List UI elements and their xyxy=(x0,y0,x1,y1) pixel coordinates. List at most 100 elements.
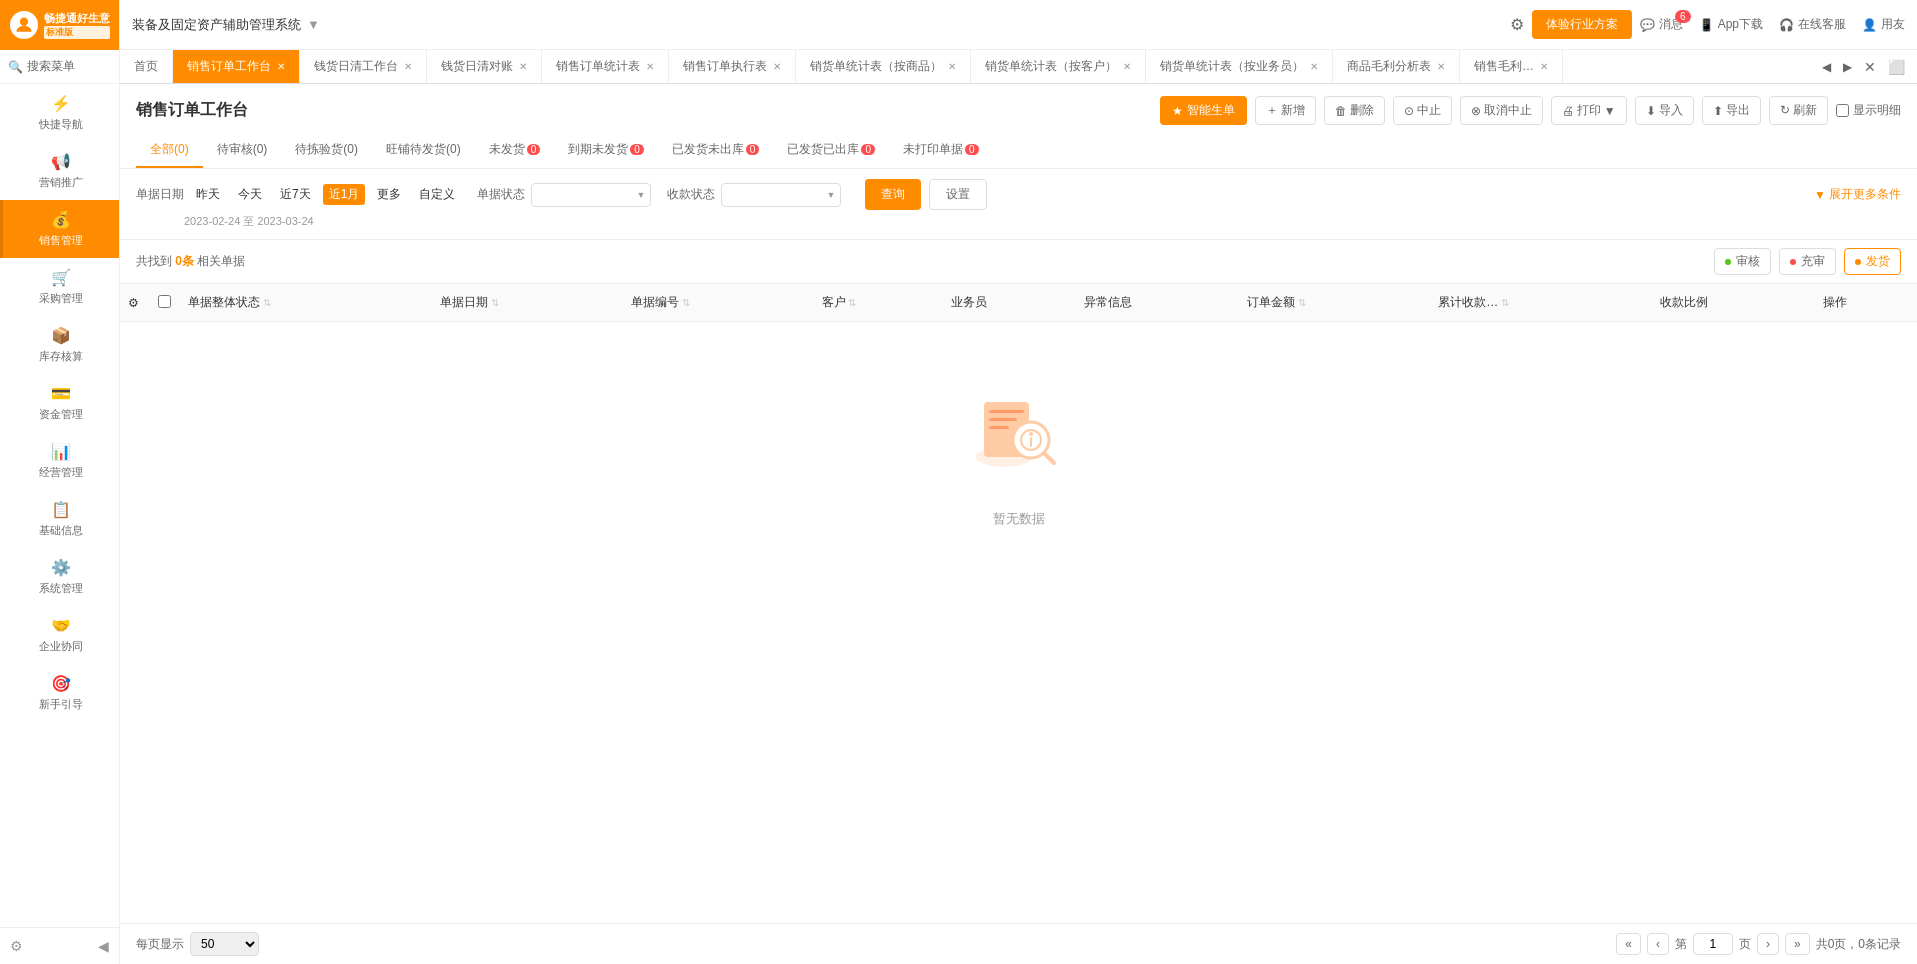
stop-button[interactable]: ⊙ 中止 xyxy=(1393,96,1452,125)
sub-tab-shipped-not-out[interactable]: 已发货未出库0 xyxy=(658,133,774,168)
tab-home[interactable]: 首页 xyxy=(120,50,173,83)
tab-daily-clear[interactable]: 钱货日清工作台 ✕ xyxy=(300,50,427,83)
expand-filter-button[interactable]: ▼ 展开更多条件 xyxy=(1814,186,1901,203)
sub-tab-overdue-not-shipped[interactable]: 到期未发货0 xyxy=(554,133,658,168)
date-option-yesterday[interactable]: 昨天 xyxy=(190,184,226,205)
app-download-area[interactable]: 📱 App下载 xyxy=(1699,16,1763,33)
topbar-dropdown-icon[interactable]: ▼ xyxy=(307,17,320,32)
sidebar-item-system[interactable]: ⚙️ 系统管理 xyxy=(0,548,119,606)
page-first-button[interactable]: « xyxy=(1616,933,1641,955)
svg-line-8 xyxy=(1044,453,1054,463)
settings-bottom-icon[interactable]: ⚙ xyxy=(10,938,23,954)
sub-tab-not-shipped[interactable]: 未发货0 xyxy=(475,133,555,168)
date-option-today[interactable]: 今天 xyxy=(232,184,268,205)
tab-sales-profit[interactable]: 销售毛利… ✕ xyxy=(1460,50,1563,83)
tab-goods-stats-product[interactable]: 销货单统计表（按商品） ✕ xyxy=(796,50,971,83)
sidebar-item-label: 资金管理 xyxy=(39,407,83,422)
payment-select[interactable] xyxy=(721,183,841,207)
tab-close-icon[interactable]: ✕ xyxy=(1540,61,1548,72)
sidebar-item-search[interactable]: 🔍 搜索菜单 xyxy=(0,50,119,84)
tab-sales-order[interactable]: 销售订单工作台 ✕ xyxy=(173,50,300,83)
sidebar-item-finance[interactable]: 💳 资金管理 xyxy=(0,374,119,432)
column-settings-icon[interactable]: ⚙ xyxy=(128,296,139,310)
status-select[interactable] xyxy=(531,183,651,207)
tab-close-icon[interactable]: ✕ xyxy=(404,61,412,72)
refresh-button[interactable]: ↻ 刷新 xyxy=(1769,96,1828,125)
sidebar-item-guide[interactable]: 🎯 新手引导 xyxy=(0,664,119,722)
tab-close-icon[interactable]: ✕ xyxy=(1437,61,1445,72)
page-prev-button[interactable]: ‹ xyxy=(1647,933,1669,955)
tab-prev-icon[interactable]: ◀ xyxy=(1818,56,1835,78)
review-button[interactable]: 审核 xyxy=(1714,248,1771,275)
overdue-badge: 0 xyxy=(630,144,644,155)
date-option-7days[interactable]: 近7天 xyxy=(274,184,317,205)
th-customer[interactable]: 客户 xyxy=(814,284,944,322)
page-title: 销售订单工作台 xyxy=(136,100,248,121)
delete-button[interactable]: 🗑 删除 xyxy=(1324,96,1385,125)
topbar-settings-icon[interactable]: ⚙ xyxy=(1510,15,1524,34)
tab-close-icon[interactable]: ✕ xyxy=(948,61,956,72)
tab-goods-stats-customer[interactable]: 销货单统计表（按客户） ✕ xyxy=(971,50,1146,83)
import-button[interactable]: ⬇ 导入 xyxy=(1635,96,1694,125)
tab-close-icon[interactable]: ✕ xyxy=(1310,61,1318,72)
tab-close-icon[interactable]: ✕ xyxy=(277,61,285,72)
tab-reconcile[interactable]: 钱货日清对账 ✕ xyxy=(427,50,542,83)
th-overall-status[interactable]: 单据整体状态 xyxy=(180,284,432,322)
tab-goods-stats-salesperson[interactable]: 销货单统计表（按业务员） ✕ xyxy=(1146,50,1333,83)
th-date[interactable]: 单据日期 xyxy=(432,284,623,322)
smart-order-button[interactable]: ★ 智能生单 xyxy=(1160,96,1247,125)
sidebar-item-enterprise[interactable]: 🤝 企业协同 xyxy=(0,606,119,664)
date-option-custom[interactable]: 自定义 xyxy=(413,184,461,205)
tab-close-icon[interactable]: ✕ xyxy=(1123,61,1131,72)
query-button[interactable]: 查询 xyxy=(865,179,921,210)
user-area[interactable]: 👤 用友 xyxy=(1862,16,1905,33)
page-number-input[interactable] xyxy=(1693,933,1733,955)
date-option-1month[interactable]: 近1月 xyxy=(323,184,366,205)
sub-tab-pending-review[interactable]: 待审核(0) xyxy=(203,133,282,168)
export-button[interactable]: ⬆ 导出 xyxy=(1702,96,1761,125)
per-page-select[interactable]: 10 20 50 100 xyxy=(190,932,259,956)
online-service-area[interactable]: 🎧 在线客服 xyxy=(1779,16,1846,33)
date-option-more[interactable]: 更多 xyxy=(371,184,407,205)
sub-tab-shipped-out[interactable]: 已发货已出库0 xyxy=(773,133,889,168)
show-detail-input[interactable] xyxy=(1836,104,1849,117)
tab-order-exec[interactable]: 销售订单执行表 ✕ xyxy=(669,50,796,83)
ship-button[interactable]: 发货 xyxy=(1844,248,1901,275)
th-order-amount[interactable]: 订单金额 xyxy=(1239,284,1430,322)
select-all-checkbox[interactable] xyxy=(158,295,171,308)
sidebar-item-basic-info[interactable]: 📋 基础信息 xyxy=(0,490,119,548)
sub-tab-pending-check[interactable]: 待拣验货(0) xyxy=(281,133,372,168)
solution-button[interactable]: 体验行业方案 xyxy=(1532,10,1632,39)
add-button[interactable]: ＋ 新增 xyxy=(1255,96,1316,125)
tab-order-stats[interactable]: 销售订单统计表 ✕ xyxy=(542,50,669,83)
user-label: 用友 xyxy=(1881,16,1905,33)
sidebar-item-marketing[interactable]: 📢 营销推广 xyxy=(0,142,119,200)
table-header: ⚙ 单据整体状态 单据日期 单据编号 客户 业务员 异常信息 订单金额 xyxy=(120,284,1917,322)
set-button[interactable]: 设置 xyxy=(929,179,987,210)
sidebar-item-sales[interactable]: 💰 销售管理 xyxy=(0,200,119,258)
th-number[interactable]: 单据编号 xyxy=(623,284,814,322)
cancel-review-button[interactable]: 充审 xyxy=(1779,248,1836,275)
show-detail-checkbox[interactable]: 显示明细 xyxy=(1836,102,1901,119)
collapse-icon[interactable]: ◀ xyxy=(98,938,109,954)
sidebar-item-management[interactable]: 📊 经营管理 xyxy=(0,432,119,490)
sub-tab-all[interactable]: 全部(0) xyxy=(136,133,203,168)
sidebar-item-inventory[interactable]: 📦 库存核算 xyxy=(0,316,119,374)
sidebar-item-quick-nav[interactable]: ⚡ 快捷导航 xyxy=(0,84,119,142)
page-next-button[interactable]: › xyxy=(1757,933,1779,955)
tab-close-all-icon[interactable]: ✕ xyxy=(1860,55,1880,79)
tab-maximize-icon[interactable]: ⬜ xyxy=(1884,55,1909,79)
tab-close-icon[interactable]: ✕ xyxy=(646,61,654,72)
cancel-stop-button[interactable]: ⊗ 取消中止 xyxy=(1460,96,1543,125)
th-accumulated-payment[interactable]: 累计收款… xyxy=(1430,284,1651,322)
sub-tab-shop-pending[interactable]: 旺铺待发货(0) xyxy=(372,133,475,168)
print-button[interactable]: 🖨 打印 ▼ xyxy=(1551,96,1627,125)
sidebar-item-purchase[interactable]: 🛒 采购管理 xyxy=(0,258,119,316)
tab-profit-analysis[interactable]: 商品毛利分析表 ✕ xyxy=(1333,50,1460,83)
page-last-button[interactable]: » xyxy=(1785,933,1810,955)
tab-next-icon[interactable]: ▶ xyxy=(1839,56,1856,78)
sub-tab-not-printed[interactable]: 未打印单据0 xyxy=(889,133,993,168)
tab-close-icon[interactable]: ✕ xyxy=(519,61,527,72)
tab-close-icon[interactable]: ✕ xyxy=(773,61,781,72)
message-icon-area[interactable]: 💬 消息 6 xyxy=(1640,16,1683,33)
